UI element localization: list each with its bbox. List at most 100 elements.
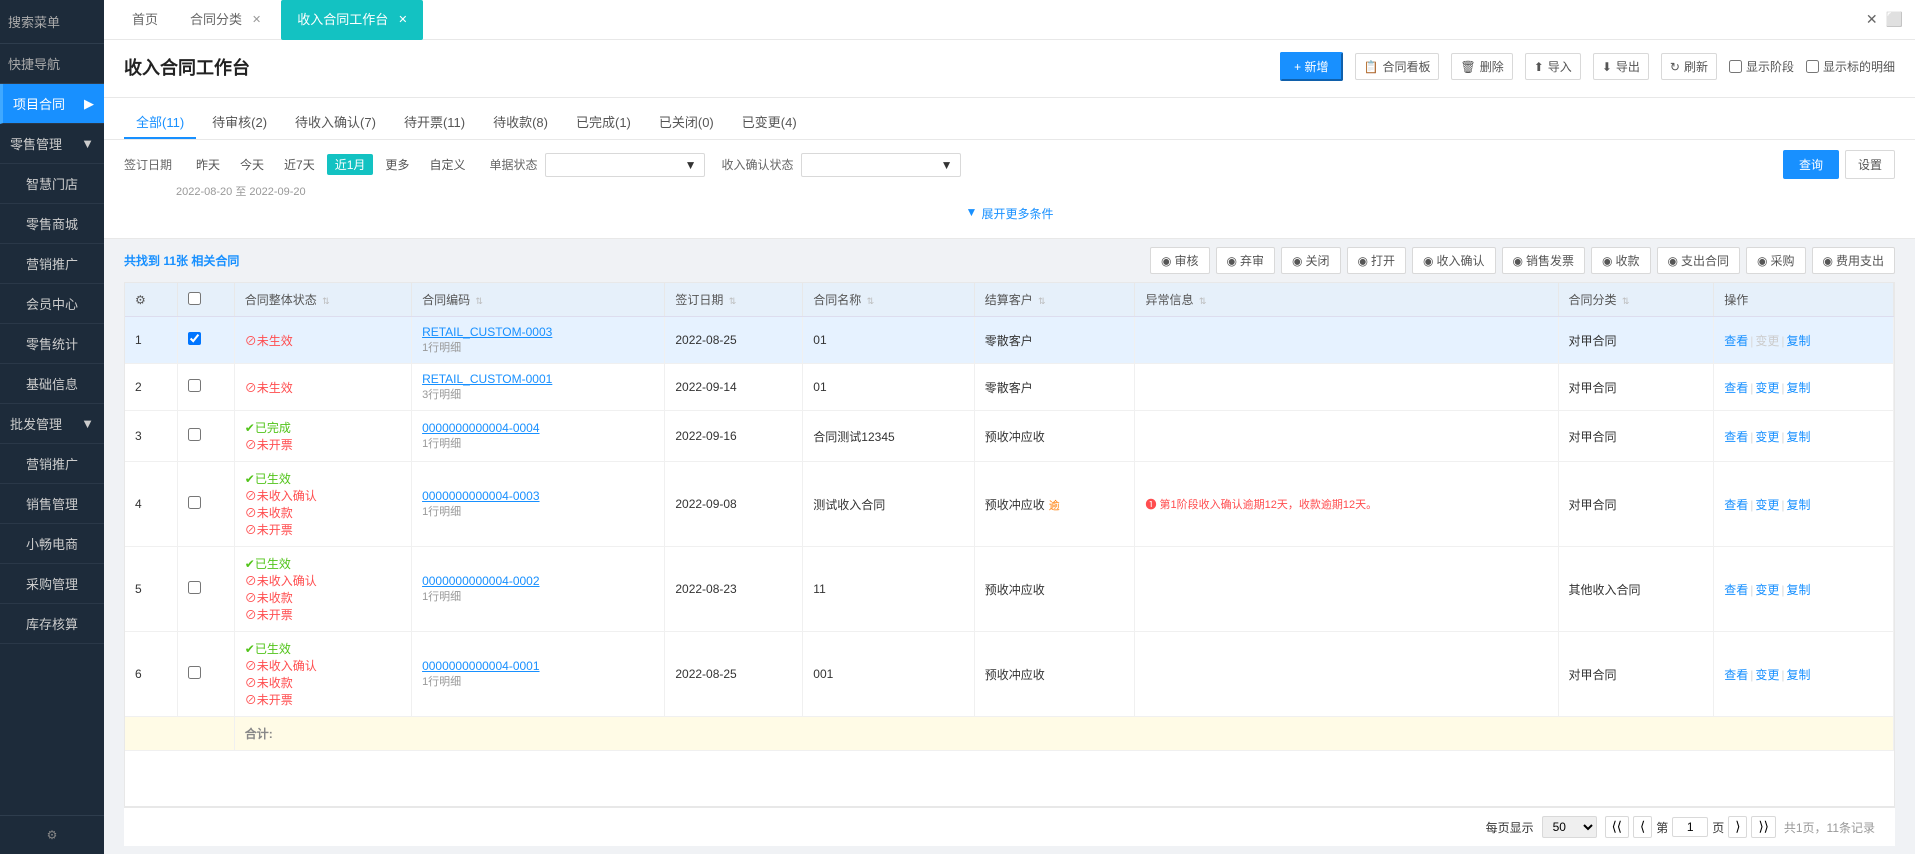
row-code[interactable]: RETAIL_CUSTOM-00013行明细 [412, 364, 665, 411]
sub-tab-receivable[interactable]: 待收款(8) [481, 106, 560, 139]
window-close-icon[interactable]: ✕ [1866, 11, 1878, 28]
sub-tab-pending[interactable]: 待审核(2) [200, 106, 279, 139]
op-复制[interactable]: 复制 [1787, 498, 1811, 512]
page-input[interactable] [1672, 817, 1708, 837]
row-code[interactable]: 0000000000004-00021行明细 [412, 547, 665, 632]
op-复制[interactable]: 复制 [1787, 381, 1811, 395]
show-detail-checkbox[interactable]: 显示标的明细 [1806, 58, 1895, 75]
query-button[interactable]: 查询 [1783, 150, 1839, 179]
next-page-btn[interactable]: ⟩ [1728, 816, 1747, 838]
op-变更[interactable]: 变更 [1755, 334, 1779, 348]
tab-income-workbench-close[interactable]: ✕ [398, 0, 407, 40]
date-last1month[interactable]: 近1月 [327, 154, 374, 175]
export-button[interactable]: ⬇ 导出 [1593, 53, 1649, 80]
sales-invoice-btn[interactable]: ◉ 销售发票 [1502, 247, 1586, 274]
tab-contract-class[interactable]: 合同分类 ✕ [174, 0, 277, 40]
col-checkbox[interactable] [177, 283, 234, 317]
sub-tab-all[interactable]: 全部(11) [124, 106, 196, 139]
sidebar-settings[interactable]: ⚙ [0, 815, 104, 854]
income-confirm-btn[interactable]: ◉ 收入确认 [1412, 247, 1496, 274]
date-custom[interactable]: 自定义 [421, 154, 473, 175]
doc-status-select[interactable]: ▼ [545, 153, 705, 177]
op-查看[interactable]: 查看 [1724, 498, 1748, 512]
sub-tab-invoice[interactable]: 待开票(11) [392, 106, 477, 139]
op-变更[interactable]: 变更 [1755, 498, 1779, 512]
sidebar-item-purchase[interactable]: 采购管理 [0, 564, 104, 604]
row-checkbox[interactable] [188, 332, 201, 345]
expand-more-btn[interactable]: ▼ 展开更多条件 [124, 199, 1895, 228]
show-stage-checkbox[interactable]: 显示阶段 [1729, 58, 1794, 75]
close-btn[interactable]: ◉ 关闭 [1281, 247, 1341, 274]
sidebar-item-sales[interactable]: 销售管理 [0, 484, 104, 524]
kanban-button[interactable]: 📋 合同看板 [1355, 53, 1440, 80]
row-code[interactable]: RETAIL_CUSTOM-00031行明细 [412, 317, 665, 364]
last-page-btn[interactable]: ⟩⟩ [1751, 816, 1775, 838]
date-more[interactable]: 更多 [377, 154, 417, 175]
row-checkbox[interactable] [188, 428, 201, 441]
prev-page-btn[interactable]: ⟨ [1633, 816, 1652, 838]
op-查看[interactable]: 查看 [1724, 668, 1748, 682]
sidebar-item-wholesale[interactable]: 批发管理 ▼ [0, 404, 104, 444]
row-checkbox[interactable] [188, 581, 201, 594]
sidebar-item-basic[interactable]: 基础信息 [0, 364, 104, 404]
delete-button[interactable]: 🗑 删除 [1451, 53, 1512, 80]
sidebar-item-stats[interactable]: 零售统计 [0, 324, 104, 364]
output-contract-btn[interactable]: ◉ 支出合同 [1657, 247, 1741, 274]
date-last7[interactable]: 近7天 [276, 154, 323, 175]
sidebar-item-marketing[interactable]: 营销推广 [0, 244, 104, 284]
op-查看[interactable]: 查看 [1724, 583, 1748, 597]
col-settings[interactable]: ⚙ [125, 283, 177, 317]
audit-btn[interactable]: ◉ 审核 [1150, 247, 1210, 274]
window-maximize-icon[interactable]: ⬜ [1886, 11, 1903, 28]
sidebar-item-inventory[interactable]: 库存核算 [0, 604, 104, 644]
select-all-checkbox[interactable] [188, 292, 201, 305]
row-checkbox[interactable] [188, 496, 201, 509]
tab-contract-class-close[interactable]: ✕ [252, 0, 261, 40]
sidebar-item-mall[interactable]: 零售商城 [0, 204, 104, 244]
sidebar-item-member[interactable]: 会员中心 [0, 284, 104, 324]
new-button[interactable]: + 新增 [1280, 52, 1342, 81]
abandon-btn[interactable]: ◉ 弃审 [1216, 247, 1276, 274]
open-btn[interactable]: ◉ 打开 [1347, 247, 1407, 274]
col-customer[interactable]: 结算客户 ⇅ [974, 283, 1135, 317]
op-查看[interactable]: 查看 [1724, 381, 1748, 395]
op-变更[interactable]: 变更 [1755, 381, 1779, 395]
col-exception[interactable]: 异常信息 ⇅ [1135, 283, 1558, 317]
income-status-select[interactable]: ▼ [801, 153, 961, 177]
op-复制[interactable]: 复制 [1787, 430, 1811, 444]
import-button[interactable]: ⬆ 导入 [1525, 53, 1581, 80]
expense-btn[interactable]: ◉ 费用支出 [1812, 247, 1896, 274]
row-code[interactable]: 0000000000004-00011行明细 [412, 632, 665, 717]
refresh-button[interactable]: ↻ 刷新 [1661, 53, 1717, 80]
sidebar-item-mktw[interactable]: 营销推广 [0, 444, 104, 484]
op-复制[interactable]: 复制 [1787, 583, 1811, 597]
op-变更[interactable]: 变更 [1755, 430, 1779, 444]
op-复制[interactable]: 复制 [1787, 668, 1811, 682]
sidebar-item-smartstore[interactable]: 智慧门店 [0, 164, 104, 204]
col-status[interactable]: 合同整体状态 ⇅ [234, 283, 411, 317]
op-变更[interactable]: 变更 [1755, 668, 1779, 682]
sidebar-item-retail[interactable]: 零售管理 ▼ [0, 124, 104, 164]
date-yesterday[interactable]: 昨天 [188, 154, 228, 175]
sub-tab-income-confirm[interactable]: 待收入确认(7) [283, 106, 388, 139]
sidebar-item-project[interactable]: 项目合同 ▶ [0, 84, 104, 124]
page-size-select[interactable]: 50 10 20 100 [1542, 816, 1597, 838]
row-checkbox[interactable] [188, 666, 201, 679]
tab-home[interactable]: 首页 [116, 0, 174, 40]
op-变更[interactable]: 变更 [1755, 583, 1779, 597]
sub-tab-changed[interactable]: 已变更(4) [730, 106, 809, 139]
col-sign-date[interactable]: 签订日期 ⇅ [665, 283, 803, 317]
sub-tab-done[interactable]: 已完成(1) [564, 106, 643, 139]
tab-income-workbench[interactable]: 收入合同工作台 ✕ [281, 0, 423, 40]
sidebar-search[interactable]: 搜索菜单 [0, 0, 104, 44]
sidebar-quick-nav[interactable]: 快捷导航 [0, 44, 104, 84]
row-checkbox[interactable] [188, 379, 201, 392]
first-page-btn[interactable]: ⟨⟨ [1605, 816, 1629, 838]
sub-tab-closed[interactable]: 已关闭(0) [647, 106, 726, 139]
filter-settings-button[interactable]: 设置 [1845, 150, 1895, 179]
col-code[interactable]: 合同编码 ⇅ [412, 283, 665, 317]
sidebar-item-ecom[interactable]: 小畅电商 [0, 524, 104, 564]
purchase-btn[interactable]: ◉ 采购 [1746, 247, 1806, 274]
row-code[interactable]: 0000000000004-00031行明细 [412, 462, 665, 547]
op-复制[interactable]: 复制 [1787, 334, 1811, 348]
